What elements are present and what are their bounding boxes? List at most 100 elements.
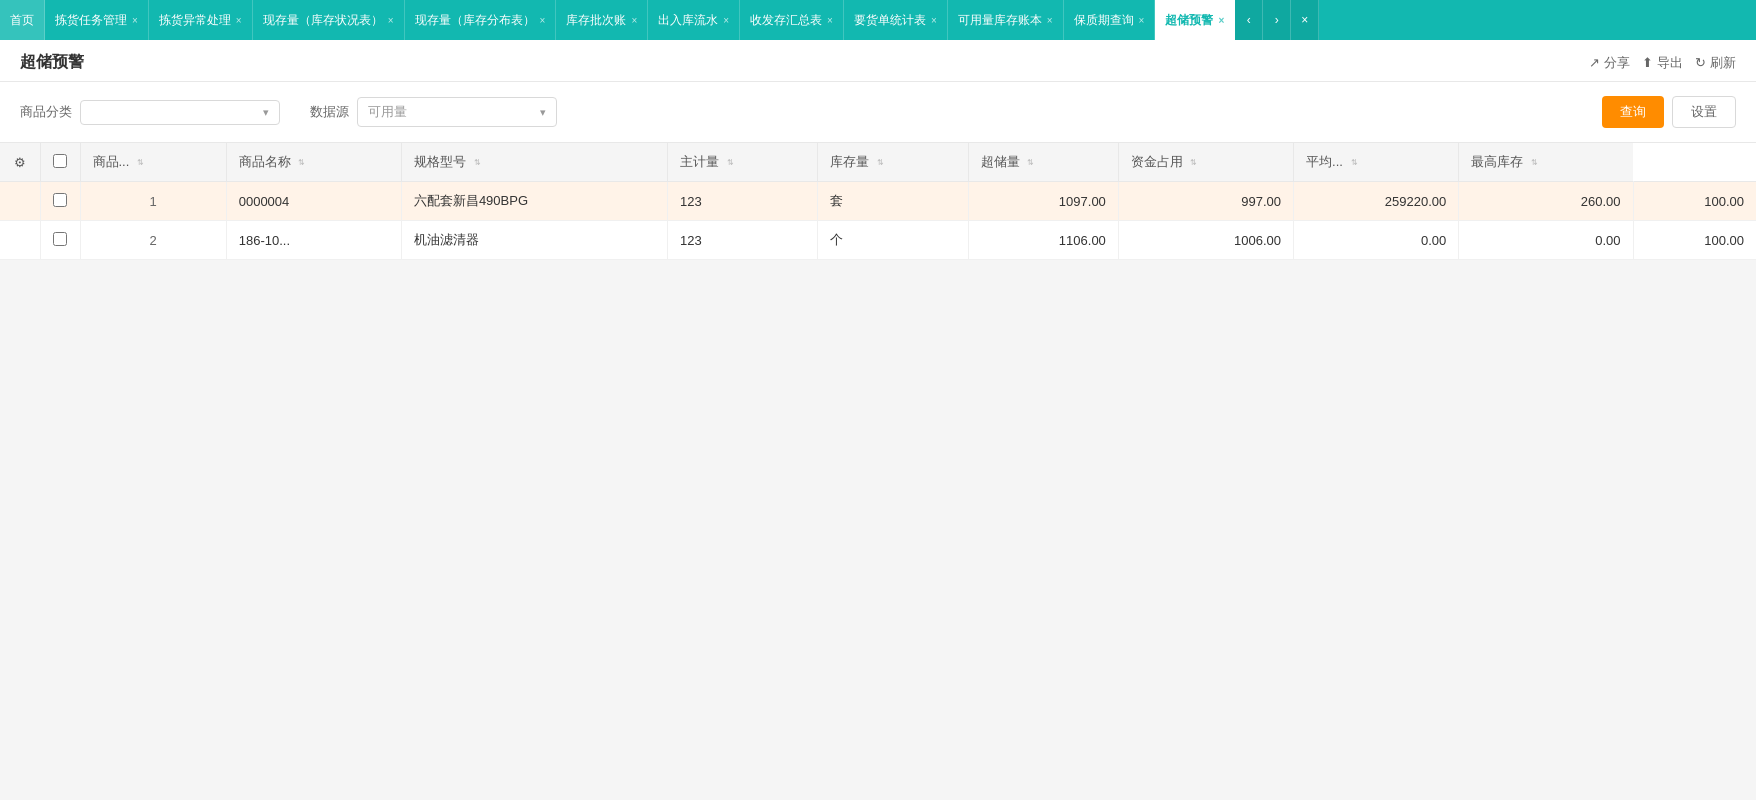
cell-capital: 0.00 [1294, 221, 1459, 260]
nav-close-all[interactable]: × [1291, 0, 1319, 40]
nav-home-label: 首页 [10, 12, 34, 29]
cell-capital: 259220.00 [1294, 182, 1459, 221]
settings-icon: ⚙ [14, 155, 26, 170]
col-checkbox[interactable] [40, 143, 80, 182]
cell-max-stock: 100.00 [1633, 182, 1756, 221]
table-row: 2 186-10... 机油滤清器 123 个 1106.00 1006.00 … [0, 221, 1756, 260]
row-settings-cell [0, 182, 40, 221]
settings-button[interactable]: 设置 [1672, 96, 1736, 128]
row-num: 1 [80, 182, 226, 221]
nav-item-label: 可用量库存账本 [958, 12, 1042, 29]
cell-stock: 1106.00 [968, 221, 1118, 260]
row-checkbox-cell[interactable] [40, 182, 80, 221]
close-tab-icon[interactable]: × [931, 15, 937, 26]
col-stock-label: 库存量 [830, 154, 869, 169]
share-button[interactable]: ↗ 分享 [1589, 54, 1630, 72]
close-tab-icon[interactable]: × [388, 15, 394, 26]
cell-spec: 123 [667, 182, 817, 221]
nav-item-available-ledger[interactable]: 可用量库存账本 × [948, 0, 1064, 40]
sort-overstock-icon: ⇅ [1027, 159, 1034, 167]
cell-product-name: 六配套新昌490BPG [401, 182, 667, 221]
col-product-code[interactable]: 商品... ⇅ [80, 143, 226, 182]
sort-spec-icon: ⇅ [474, 159, 481, 167]
export-label: 导出 [1657, 54, 1683, 72]
category-select[interactable]: ▾ [80, 100, 280, 125]
datasource-select-value: 可用量 [368, 103, 407, 121]
refresh-button[interactable]: ↻ 刷新 [1695, 54, 1736, 72]
nav-item-inout-flow[interactable]: 出入库流水 × [648, 0, 740, 40]
col-product-code-label: 商品... [93, 154, 130, 169]
close-tab-icon[interactable]: × [1218, 15, 1224, 26]
nav-bar: 首页 拣货任务管理×拣货异常处理×现存量（库存状况表）×现存量（库存分布表）×库… [0, 0, 1756, 40]
export-button[interactable]: ⬆ 导出 [1642, 54, 1683, 72]
sort-stock-icon: ⇅ [877, 159, 884, 167]
header-actions: ↗ 分享 ⬆ 导出 ↻ 刷新 [1589, 54, 1736, 72]
row-checkbox[interactable] [53, 232, 67, 246]
nav-item-order-stats[interactable]: 要货单统计表 × [844, 0, 948, 40]
cell-avg: 0.00 [1459, 221, 1633, 260]
export-icon: ⬆ [1642, 55, 1653, 70]
refresh-icon: ↻ [1695, 55, 1706, 70]
nav-item-inventory-status[interactable]: 现存量（库存状况表） × [253, 0, 405, 40]
cell-unit: 个 [818, 221, 968, 260]
nav-item-overstock-alert[interactable]: 超储预警× [1155, 0, 1235, 40]
cell-max-stock: 100.00 [1633, 221, 1756, 260]
cell-stock: 1097.00 [968, 182, 1118, 221]
col-capital[interactable]: 资金占用 ⇅ [1118, 143, 1293, 182]
nav-item-label: 现存量（库存状况表） [263, 12, 383, 29]
cell-overstock: 997.00 [1118, 182, 1293, 221]
nav-right-arrow[interactable]: › [1263, 0, 1291, 40]
nav-item-inventory-dist[interactable]: 现存量（库存分布表）× [405, 0, 557, 40]
page-header: 超储预警 ↗ 分享 ⬆ 导出 ↻ 刷新 [0, 40, 1756, 82]
close-tab-icon[interactable]: × [723, 15, 729, 26]
nav-item-home[interactable]: 首页 [0, 0, 45, 40]
nav-item-quality-check[interactable]: 保质期查询× [1064, 0, 1156, 40]
nav-item-label: 要货单统计表 [854, 12, 926, 29]
row-checkbox-cell[interactable] [40, 221, 80, 260]
cell-product-name: 机油滤清器 [401, 221, 667, 260]
nav-item-label: 出入库流水 [658, 12, 718, 29]
nav-item-label: 收发存汇总表 [750, 12, 822, 29]
col-overstock[interactable]: 超储量 ⇅ [968, 143, 1118, 182]
page-title: 超储预警 [20, 52, 84, 73]
table-area: ⚙ 商品... ⇅ 商品名称 ⇅ 规格型号 ⇅ 主计量 [0, 143, 1756, 260]
col-product-name-label: 商品名称 [239, 154, 291, 169]
refresh-label: 刷新 [1710, 54, 1736, 72]
nav-item-label: 拣货异常处理 [159, 12, 231, 29]
col-product-name[interactable]: 商品名称 ⇅ [226, 143, 401, 182]
sort-capital-icon: ⇅ [1190, 159, 1197, 167]
nav-item-abnormal[interactable]: 拣货异常处理 × [149, 0, 253, 40]
datasource-select[interactable]: 可用量 ▾ [357, 97, 557, 127]
col-max-stock[interactable]: 最高库存 ⇅ [1459, 143, 1633, 182]
close-tab-icon[interactable]: × [1139, 15, 1145, 26]
close-tab-icon[interactable]: × [827, 15, 833, 26]
nav-item-collect-summary[interactable]: 收发存汇总表 × [740, 0, 844, 40]
select-all-checkbox[interactable] [53, 154, 67, 168]
col-max-stock-label: 最高库存 [1471, 154, 1523, 169]
table-row: 1 0000004 六配套新昌490BPG 123 套 1097.00 997.… [0, 182, 1756, 221]
table-header-row: ⚙ 商品... ⇅ 商品名称 ⇅ 规格型号 ⇅ 主计量 [0, 143, 1756, 182]
col-spec[interactable]: 规格型号 ⇅ [401, 143, 667, 182]
close-tab-icon[interactable]: × [631, 15, 637, 26]
close-tab-icon[interactable]: × [132, 15, 138, 26]
close-tab-icon[interactable]: × [236, 15, 242, 26]
sort-unit-icon: ⇅ [727, 159, 734, 167]
col-settings[interactable]: ⚙ [0, 143, 40, 182]
filter-group-category: 商品分类 ▾ [20, 100, 280, 125]
nav-left-arrow[interactable]: ‹ [1235, 0, 1263, 40]
row-checkbox[interactable] [53, 193, 67, 207]
cell-spec: 123 [667, 221, 817, 260]
cell-product-code: 0000004 [226, 182, 401, 221]
query-button[interactable]: 查询 [1602, 96, 1664, 128]
col-unit-label: 主计量 [680, 154, 719, 169]
nav-item-batch[interactable]: 库存批次账× [556, 0, 648, 40]
col-unit[interactable]: 主计量 ⇅ [667, 143, 817, 182]
col-avg[interactable]: 平均... ⇅ [1294, 143, 1459, 182]
filter-actions: 查询 设置 [1602, 96, 1736, 128]
close-tab-icon[interactable]: × [540, 15, 546, 26]
filter-group-datasource: 数据源 可用量 ▾ [310, 97, 557, 127]
col-stock[interactable]: 库存量 ⇅ [818, 143, 968, 182]
close-tab-icon[interactable]: × [1047, 15, 1053, 26]
nav-item-task-mgmt[interactable]: 拣货任务管理× [45, 0, 149, 40]
col-avg-label: 平均... [1306, 154, 1343, 169]
